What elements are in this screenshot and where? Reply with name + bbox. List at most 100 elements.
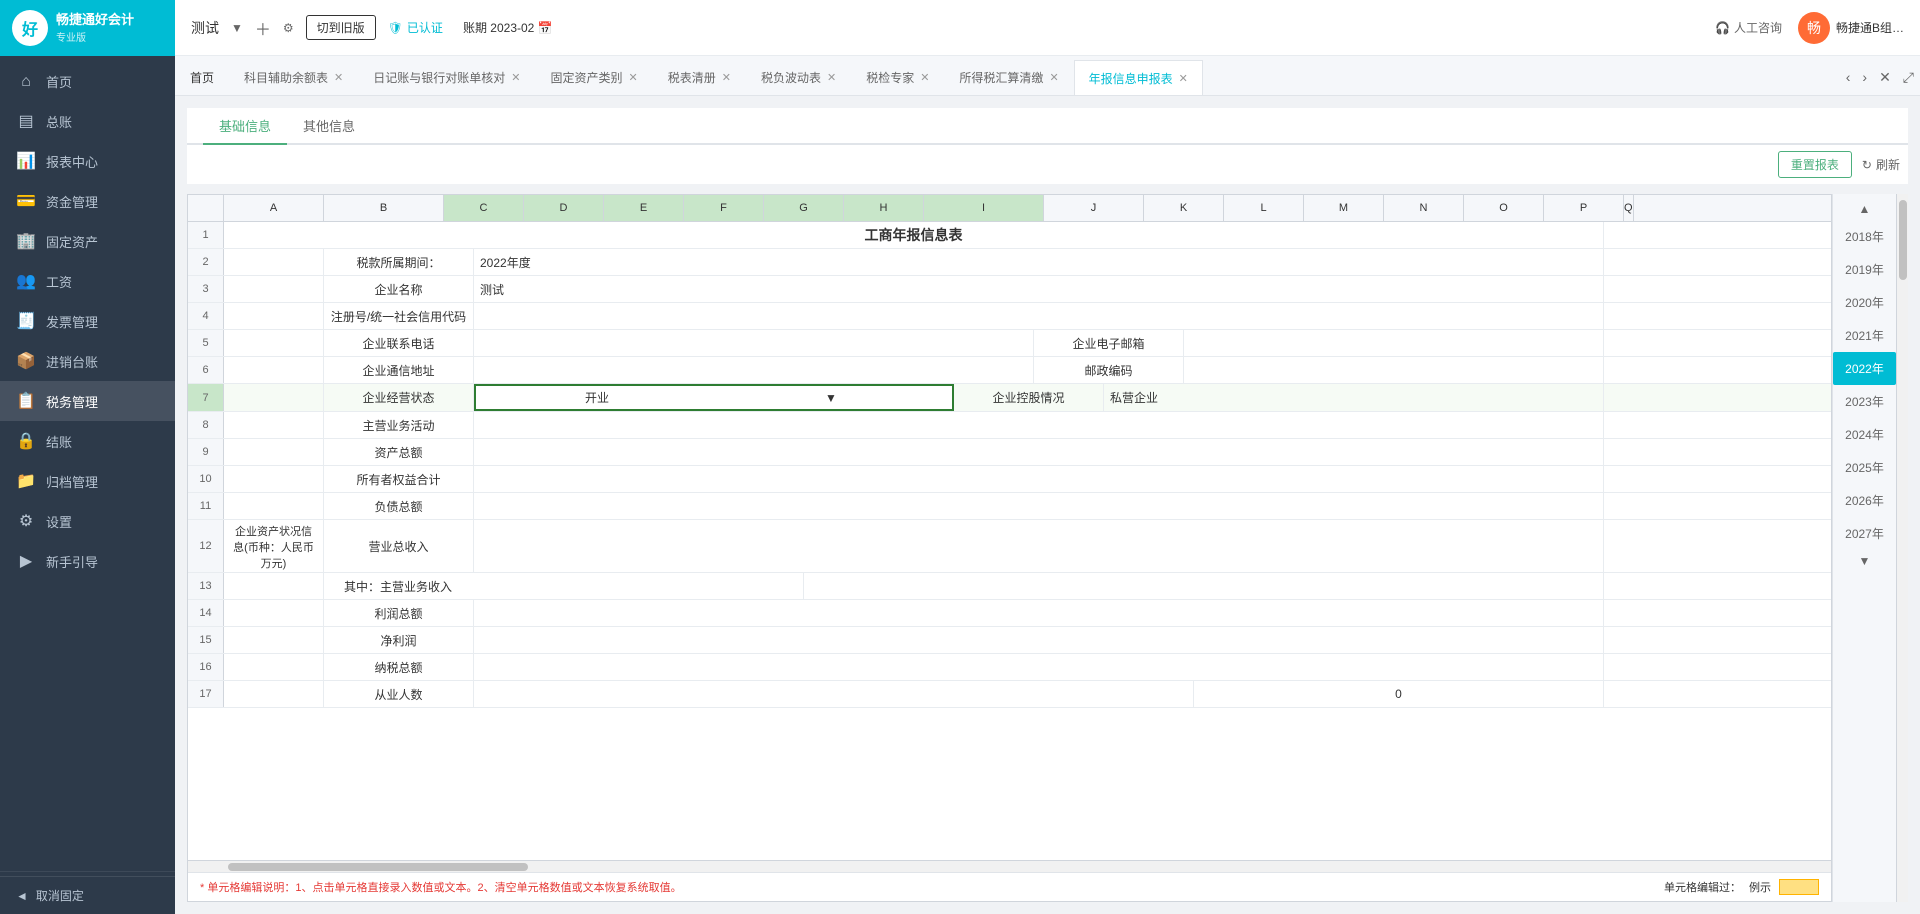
add-tab-icon[interactable]: ＋ (255, 16, 271, 40)
tab-close-aux[interactable]: ✕ (334, 71, 343, 84)
service-btn[interactable]: 🎧 人工咨询 (1715, 19, 1782, 36)
year-item-2020年[interactable]: 2020年 (1833, 286, 1896, 319)
table-row[interactable]: 6企业通信地址邮政编码 (188, 357, 1831, 384)
tab-close-journal[interactable]: ✕ (511, 71, 520, 84)
cell-r16-val[interactable] (474, 654, 1604, 680)
tab-fixed[interactable]: 固定资产类别✕ (535, 59, 652, 95)
cell-r14-val[interactable] (474, 600, 1604, 626)
cell-r15-val[interactable] (474, 627, 1604, 653)
col-header-Q[interactable]: Q (1624, 195, 1634, 221)
cell-r7-control-val[interactable]: 私营企业 (1104, 384, 1604, 411)
year-item-2024年[interactable]: 2024年 (1833, 418, 1896, 451)
cell-r3-a[interactable] (224, 276, 324, 302)
cell-r6-a[interactable] (224, 357, 324, 383)
sidebar-item-stock[interactable]: 📦进销台账 (0, 341, 175, 381)
sidebar-item-guide[interactable]: ▶新手引导 (0, 541, 175, 581)
sub-tab-other[interactable]: 其他信息 (287, 108, 371, 145)
year-item-2023年[interactable]: 2023年 (1833, 385, 1896, 418)
sidebar-item-settings[interactable]: ⚙设置 (0, 501, 175, 541)
year-item-2026年[interactable]: 2026年 (1833, 484, 1896, 517)
cell-r2-val[interactable]: 2022年度 (474, 249, 1604, 275)
tab-close-fixed[interactable]: ✕ (629, 71, 638, 84)
cell-r5-tel-val[interactable] (474, 330, 1034, 356)
sidebar-item-tax[interactable]: 📋税务管理 (0, 381, 175, 421)
cell-r17-val[interactable] (474, 681, 1194, 707)
sidebar-item-finance[interactable]: 💳资金管理 (0, 181, 175, 221)
tab-taxform[interactable]: 税表清册✕ (653, 59, 746, 95)
sub-tab-basic[interactable]: 基础信息 (203, 108, 287, 145)
settings-icon[interactable]: ⚙ (283, 21, 294, 35)
cell-r5-a[interactable] (224, 330, 324, 356)
cell-r4-val[interactable] (474, 303, 1604, 329)
col-header-H[interactable]: H (844, 195, 924, 221)
year-item-2025年[interactable]: 2025年 (1833, 451, 1896, 484)
cell-r4-a[interactable] (224, 303, 324, 329)
cell-r12-val[interactable] (474, 520, 1604, 572)
col-header-G[interactable]: G (764, 195, 844, 221)
cell-r17-count[interactable]: 0 (1194, 681, 1604, 707)
year-item-2027年[interactable]: 2027年 (1833, 517, 1896, 550)
year-down-btn[interactable]: ▼ (1833, 550, 1896, 572)
col-header-K[interactable]: K (1144, 195, 1224, 221)
tab-taxwave[interactable]: 税负波动表✕ (746, 59, 851, 95)
table-row[interactable]: 17从业人数0 (188, 681, 1831, 708)
refresh-btn[interactable]: ↻ 刷新 (1862, 156, 1900, 173)
table-row[interactable]: 11负债总额 (188, 493, 1831, 520)
table-row[interactable]: 3企业名称测试 (188, 276, 1831, 303)
col-header-O[interactable]: O (1464, 195, 1544, 221)
tab-annual[interactable]: 年报信息申报表✕ (1074, 60, 1203, 96)
table-row[interactable]: 16纳税总额 (188, 654, 1831, 681)
dropdown-arrow-icon[interactable]: ▼ (231, 21, 243, 35)
tab-taxcheck[interactable]: 税检专家✕ (851, 59, 944, 95)
year-item-2022年[interactable]: 2022年 (1833, 352, 1896, 385)
cell-r17-a[interactable] (224, 681, 324, 707)
tab-close-income[interactable]: ✕ (1049, 71, 1058, 84)
h-scrollbar[interactable] (188, 860, 1831, 872)
tab-home[interactable]: 首页 (175, 59, 229, 95)
table-row[interactable]: 1工商年报信息表 (188, 222, 1831, 249)
cell-r11-val[interactable] (474, 493, 1604, 519)
reset-btn[interactable]: 重置报表 (1778, 151, 1852, 178)
cell-r9-val[interactable] (474, 439, 1604, 465)
cell-r7-status-dropdown[interactable]: 开业▼ (474, 384, 954, 411)
col-header-A[interactable]: A (224, 195, 324, 221)
table-row[interactable]: 4注册号/统一社会信用代码 (188, 303, 1831, 330)
table-row[interactable]: 5企业联系电话企业电子邮箱 (188, 330, 1831, 357)
cell-r6-postal-val[interactable] (1184, 357, 1604, 383)
tab-aux[interactable]: 科目辅助余额表✕ (229, 59, 358, 95)
switch-old-btn[interactable]: 切到旧版 (306, 15, 376, 40)
sidebar-item-archive[interactable]: 📁归档管理 (0, 461, 175, 501)
col-header-B[interactable]: B (324, 195, 444, 221)
tab-close-annual[interactable]: ✕ (1179, 72, 1188, 85)
sidebar-item-home[interactable]: ⌂首页 (0, 62, 175, 101)
cell-r8-val[interactable] (474, 412, 1604, 438)
v-scrollbar[interactable] (1896, 194, 1908, 902)
year-item-2021年[interactable]: 2021年 (1833, 319, 1896, 352)
col-header-P[interactable]: P (1544, 195, 1624, 221)
tab-close-taxcheck[interactable]: ✕ (920, 71, 929, 84)
sidebar-unpin[interactable]: ◄ 取消固定 (0, 876, 175, 914)
table-row[interactable]: 9资产总额 (188, 439, 1831, 466)
cell-r7-a[interactable] (224, 384, 324, 411)
user-menu[interactable]: 畅 畅捷通B组… (1798, 12, 1904, 44)
cell-r6-addr-val[interactable] (474, 357, 1034, 383)
sidebar-item-report[interactable]: 📊报表中心 (0, 141, 175, 181)
table-row[interactable]: 10所有者权益合计 (188, 466, 1831, 493)
dropdown-arrow-icon[interactable]: ▼ (716, 391, 946, 405)
col-header-F[interactable]: F (684, 195, 764, 221)
sidebar-item-ledger[interactable]: ▤总账 (0, 101, 175, 141)
cell-r10-val[interactable] (474, 466, 1604, 492)
table-row[interactable]: 12企业资产状况信息(币种：人民币万元)营业总收入 (188, 520, 1831, 573)
col-header-L[interactable]: L (1224, 195, 1304, 221)
tab-close-taxform[interactable]: ✕ (722, 71, 731, 84)
cell-r8-a[interactable] (224, 412, 324, 438)
col-header-C[interactable]: C (444, 195, 524, 221)
cell-r5-email-val[interactable] (1184, 330, 1604, 356)
table-row[interactable]: 7企业经营状态开业▼企业控股情况私营企业 (188, 384, 1831, 412)
col-header-J[interactable]: J (1044, 195, 1144, 221)
col-header-I[interactable]: I (924, 195, 1044, 221)
col-header-N[interactable]: N (1384, 195, 1464, 221)
cell-r13-val[interactable] (804, 573, 1604, 599)
tab-close-taxwave[interactable]: ✕ (827, 71, 836, 84)
sidebar-item-invoice[interactable]: 🧾发票管理 (0, 301, 175, 341)
